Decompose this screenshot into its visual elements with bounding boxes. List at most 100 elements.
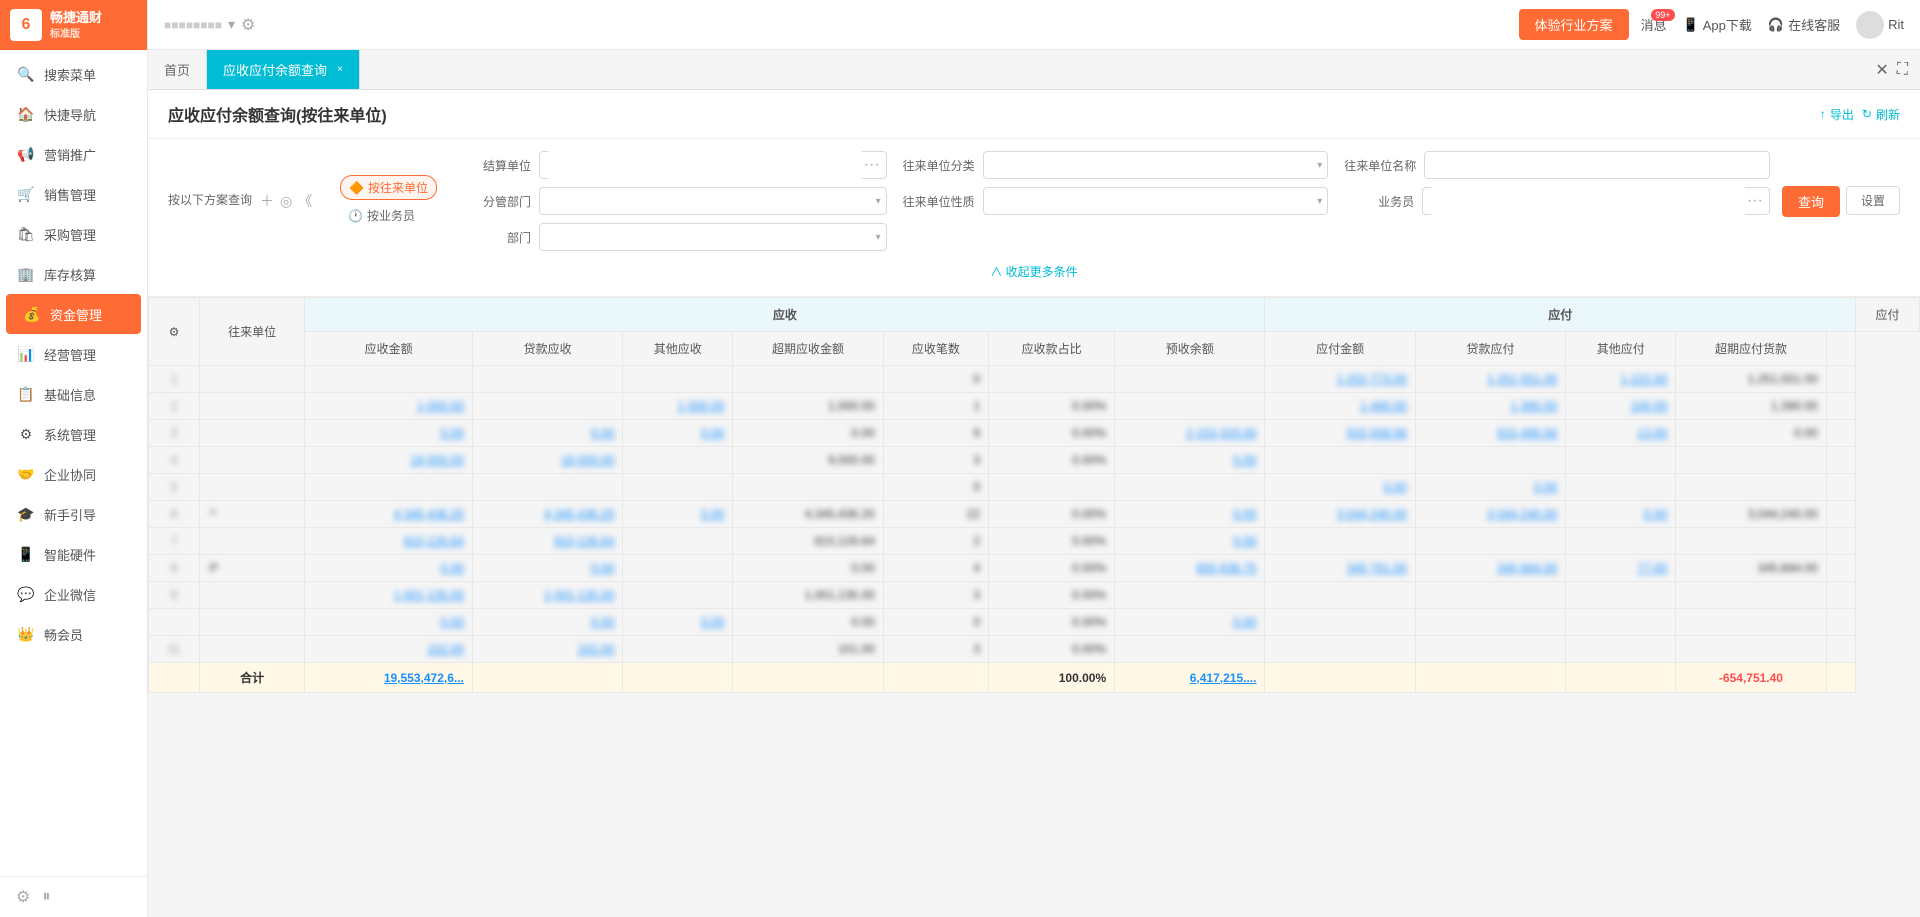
sidebar-item-sales[interactable]: 🛒 销售管理	[0, 174, 147, 214]
link-cell[interactable]: 915,508.56	[1265, 420, 1415, 447]
link-cell[interactable]	[1265, 447, 1415, 474]
link-cell[interactable]	[1566, 447, 1676, 474]
link-cell[interactable]: 0.00	[1415, 474, 1565, 501]
link-cell[interactable]	[623, 447, 733, 474]
link-cell[interactable]: 0.00	[1115, 501, 1265, 528]
settings-schema-icon[interactable]: ◎	[280, 193, 292, 210]
link-cell[interactable]	[623, 366, 733, 393]
settlement-unit-dots[interactable]: ···	[864, 156, 880, 174]
link-cell[interactable]	[1265, 582, 1415, 609]
link-cell[interactable]: 0.00	[472, 609, 622, 636]
collapse-schema-icon[interactable]: 《	[298, 191, 312, 211]
link-cell[interactable]: 915,495.56	[1415, 420, 1565, 447]
sidebar-item-operations[interactable]: 📊 经营管理	[0, 334, 147, 374]
link-cell[interactable]: 4,345,436.20	[472, 501, 622, 528]
partner-name-input[interactable]	[1424, 151, 1770, 179]
link-cell[interactable]: 0.00	[623, 420, 733, 447]
settlement-unit-input[interactable]	[546, 151, 864, 179]
footer-ar-total[interactable]: 19,553,472,6...	[305, 663, 473, 693]
link-cell[interactable]	[623, 636, 733, 663]
link-cell[interactable]	[472, 474, 622, 501]
link-cell[interactable]	[1115, 366, 1265, 393]
link-cell[interactable]	[1566, 474, 1676, 501]
link-cell[interactable]	[472, 366, 622, 393]
link-cell[interactable]	[1115, 474, 1265, 501]
link-cell[interactable]	[623, 474, 733, 501]
tab-close-icon[interactable]: ×	[337, 64, 343, 75]
link-cell[interactable]	[1115, 636, 1265, 663]
link-cell[interactable]	[1265, 528, 1415, 555]
salesperson-input[interactable]	[1429, 187, 1747, 215]
link-cell[interactable]	[305, 474, 473, 501]
link-cell[interactable]	[1415, 609, 1565, 636]
department-select[interactable]	[539, 223, 887, 251]
link-cell[interactable]: 152.00	[472, 636, 622, 663]
schema-salesperson[interactable]: 🕐 按业务员	[340, 204, 437, 227]
sidebar-item-finance[interactable]: 💰 资金管理	[6, 294, 141, 334]
link-cell[interactable]: 1,251,551.00	[1415, 366, 1565, 393]
division-select[interactable]	[539, 187, 887, 215]
breadcrumb-gear[interactable]: ⚙	[241, 15, 255, 35]
add-schema-icon[interactable]: ＋	[260, 191, 274, 211]
footer-ar-prepaid[interactable]: 6,417,215....	[1115, 663, 1265, 693]
sidebar-item-marketing[interactable]: 📢 营销推广	[0, 134, 147, 174]
link-cell[interactable]	[1415, 582, 1565, 609]
link-cell[interactable]	[623, 528, 733, 555]
link-cell[interactable]: 0.00	[1566, 501, 1676, 528]
link-cell[interactable]: 1,222.00	[1566, 366, 1676, 393]
salesperson-dots[interactable]: ···	[1747, 192, 1763, 210]
setting-button[interactable]: 设置	[1846, 186, 1900, 215]
link-cell[interactable]	[472, 393, 622, 420]
link-cell[interactable]	[1566, 582, 1676, 609]
link-cell[interactable]: 345,684.00	[1415, 555, 1565, 582]
link-cell[interactable]: 1,001,135.00	[305, 582, 473, 609]
link-cell[interactable]	[1415, 447, 1565, 474]
link-cell[interactable]: 0.00	[1115, 447, 1265, 474]
link-cell[interactable]	[1115, 393, 1265, 420]
link-cell[interactable]: 810,126.64	[472, 528, 622, 555]
link-cell[interactable]: 1,252,773.00	[1265, 366, 1415, 393]
link-cell[interactable]: 0.00	[623, 609, 733, 636]
link-cell[interactable]: 0.00	[472, 555, 622, 582]
link-cell[interactable]: 0.00	[472, 420, 622, 447]
link-cell[interactable]	[1115, 582, 1265, 609]
link-cell[interactable]: 77.00	[1566, 555, 1676, 582]
link-cell[interactable]	[1265, 636, 1415, 663]
link-cell[interactable]: 13.00	[1566, 420, 1676, 447]
sidebar-item-member[interactable]: 👑 畅会员	[0, 614, 147, 654]
link-cell[interactable]: 345,761.00	[1265, 555, 1415, 582]
link-cell[interactable]: 0.00	[1115, 528, 1265, 555]
query-button[interactable]: 查询	[1782, 186, 1840, 217]
sidebar-item-guide[interactable]: 🎓 新手引导	[0, 494, 147, 534]
tab-active[interactable]: 应收应付余额查询 ×	[207, 50, 360, 89]
sidebar-item-basic[interactable]: 📋 基础信息	[0, 374, 147, 414]
col-settings[interactable]: ⚙	[149, 298, 200, 366]
link-cell[interactable]	[1415, 528, 1565, 555]
sidebar-item-search[interactable]: 🔍 搜索菜单	[0, 54, 147, 94]
sidebar-item-purchase[interactable]: 🛍 采购管理	[0, 214, 147, 254]
link-cell[interactable]: 655,636.75	[1115, 555, 1265, 582]
link-cell[interactable]: 100.00	[1566, 393, 1676, 420]
link-cell[interactable]	[623, 582, 733, 609]
link-cell[interactable]: 1,490.00	[1265, 393, 1415, 420]
tab-home[interactable]: 首页	[148, 50, 207, 89]
link-cell[interactable]: 4,345,436.20	[305, 501, 473, 528]
collapse-more-btn[interactable]: ∧ 收起更多条件	[168, 259, 1900, 284]
sidebar-item-inventory[interactable]: 🏢 库存核算	[0, 254, 147, 294]
link-cell[interactable]: 0.00	[305, 609, 473, 636]
link-cell[interactable]	[1566, 609, 1676, 636]
link-cell[interactable]	[1566, 636, 1676, 663]
link-cell[interactable]: 152.00	[305, 636, 473, 663]
link-cell[interactable]	[623, 555, 733, 582]
notification-btn[interactable]: 消息 99+	[1641, 15, 1667, 34]
sidebar-item-hardware[interactable]: 📱 智能硬件	[0, 534, 147, 574]
link-cell[interactable]: 18,000.00	[472, 447, 622, 474]
link-cell[interactable]: 0.00	[305, 420, 473, 447]
breadcrumb-dropdown[interactable]: ▾	[228, 16, 235, 33]
sidebar-item-system[interactable]: ⚙ 系统管理	[0, 414, 147, 454]
link-cell[interactable]: 1,000.00	[623, 393, 733, 420]
trial-button[interactable]: 体验行业方案	[1519, 9, 1629, 40]
link-cell[interactable]: 0.00	[305, 555, 473, 582]
settings-bottom-icon[interactable]: ⚙	[16, 887, 30, 907]
sidebar-item-collab[interactable]: 🤝 企业协同	[0, 454, 147, 494]
